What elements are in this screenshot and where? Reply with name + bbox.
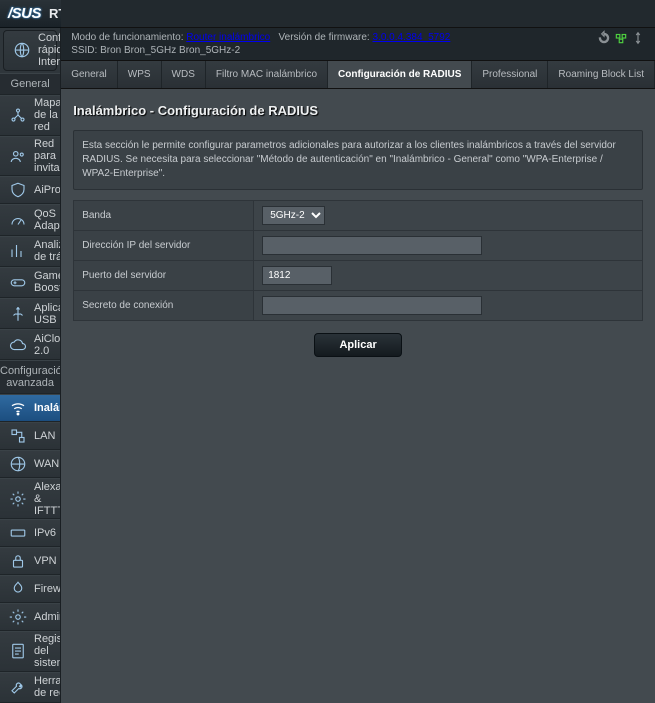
sidebar-item-label: Analizador de tráfico: [34, 239, 61, 263]
sidebar-item-administration[interactable]: Administración: [0, 603, 60, 631]
globe-icon: [12, 40, 32, 60]
page-description: Esta sección le permite configurar param…: [73, 130, 643, 190]
sidebar-item-label: AiProtection: [34, 184, 61, 196]
server-ip-input[interactable]: [262, 236, 482, 255]
ipv6-icon: [8, 523, 28, 543]
tools-icon: [8, 677, 28, 697]
secret-input[interactable]: [262, 296, 482, 315]
sidebar-item-label: Firewall: [34, 583, 61, 595]
server-port-input[interactable]: [262, 266, 332, 285]
sidebar: Configuración rápida de Internet General…: [0, 28, 61, 703]
sidebar-item-label: AiCloud 2.0: [34, 333, 61, 357]
sidebar-item-aicloud[interactable]: AiCloud 2.0: [0, 329, 60, 360]
sidebar-item-label: Mapa de la red: [34, 97, 61, 133]
ssid-value-2: Bron_5GHz: [124, 45, 176, 56]
wifi-icon: [8, 398, 28, 418]
page-title-part-b: Configuración de RADIUS: [158, 103, 318, 118]
quick-internet-setup[interactable]: Configuración rápida de Internet: [3, 30, 57, 71]
tab-roaming-block[interactable]: Roaming Block List: [548, 61, 655, 88]
sidebar-item-wan[interactable]: WAN: [0, 450, 60, 478]
usb-icon: [8, 304, 28, 324]
sidebar-item-label: IPv6: [34, 527, 56, 539]
page-title: Inalámbrico - Configuración de RADIUS: [73, 103, 643, 118]
info-bar: [61, 0, 655, 28]
sidebar-item-label: Alexa & IFTTT: [34, 481, 61, 517]
guest-icon: [8, 146, 28, 166]
sidebar-item-wireless[interactable]: Inalámbrico: [0, 394, 60, 422]
info-bar: Modo de funcionamiento: Router inalámbri…: [61, 28, 655, 61]
sidebar-item-label: Game Boost: [34, 270, 61, 294]
lock-icon: [8, 551, 28, 571]
apply-button[interactable]: Aplicar: [314, 333, 401, 357]
tab-professional[interactable]: Professional: [472, 61, 548, 88]
secret-label: Secreto de conexión: [74, 291, 254, 321]
sidebar-item-game-boost[interactable]: Game Boost: [0, 267, 60, 298]
gamepad-icon: [8, 272, 28, 292]
sidebar-item-label: VPN: [34, 555, 57, 567]
band-select[interactable]: 2.4GHz5GHz-15GHz-2: [262, 206, 325, 225]
sidebar-item-lan[interactable]: LAN: [0, 422, 60, 450]
sidebar-item-label: Configuración rápida de Internet: [38, 32, 61, 68]
tab-mac-filter[interactable]: Filtro MAC inalámbrico: [206, 61, 328, 88]
sidebar-item-label: LAN: [34, 430, 55, 442]
mode-value-link[interactable]: Router inalámbrico: [186, 32, 270, 43]
globe-icon: [8, 454, 28, 474]
fw-label: Versión de firmware:: [279, 32, 370, 43]
reboot-icon[interactable]: [597, 31, 611, 45]
ssid-label: SSID:: [71, 45, 97, 56]
sidebar-item-firewall[interactable]: Firewall: [0, 575, 60, 603]
voice-icon: [8, 489, 28, 509]
sidebar-item-traffic-analyzer[interactable]: Analizador de tráfico: [0, 236, 60, 267]
sidebar-item-label: WAN: [34, 458, 59, 470]
log-icon: [8, 641, 28, 661]
chart-icon: [8, 241, 28, 261]
sidebar-item-network-map[interactable]: Mapa de la red: [0, 95, 60, 136]
page-title-part-a: Inalámbrico: [73, 103, 146, 118]
sidebar-item-vpn[interactable]: VPN: [0, 547, 60, 575]
ssid-value-1: Bron: [100, 45, 121, 56]
usb-status-icon[interactable]: [631, 31, 645, 45]
mode-label: Modo de funcionamiento:: [71, 32, 183, 43]
tab-bar: General WPS WDS Filtro MAC inalámbrico C…: [61, 61, 655, 89]
sidebar-item-usb-app[interactable]: Aplicación USB: [0, 298, 60, 329]
aimesh-icon[interactable]: [614, 31, 628, 45]
sidebar-item-ipv6[interactable]: IPv6: [0, 519, 60, 547]
sidebar-item-label: Aplicación USB: [34, 302, 61, 326]
server-ip-label: Dirección IP del servidor: [74, 231, 254, 261]
server-port-label: Puerto del servidor: [74, 261, 254, 291]
cloud-icon: [8, 335, 28, 355]
main-panel: Modo de funcionamiento: Router inalámbri…: [61, 28, 655, 703]
band-label: Banda: [74, 201, 254, 231]
sidebar-item-alexa-ifttt[interactable]: Alexa & IFTTT: [0, 478, 60, 519]
sidebar-item-qos[interactable]: QoS Adaptativa: [0, 204, 60, 235]
sidebar-item-network-tools[interactable]: Herramientas de red: [0, 672, 60, 703]
sidebar-section-general: General: [0, 73, 60, 95]
radius-form: Banda 2.4GHz5GHz-15GHz-2 Dirección IP de…: [73, 200, 643, 321]
sidebar-item-label: Herramientas de red: [34, 675, 61, 699]
sidebar-item-system-log[interactable]: Registro del sistema: [0, 631, 60, 672]
fw-value-link[interactable]: 3.0.0.4.384_5792: [372, 32, 450, 43]
firewall-icon: [8, 579, 28, 599]
gear-icon: [8, 607, 28, 627]
network-icon: [8, 105, 28, 125]
tab-general[interactable]: General: [61, 61, 118, 88]
tab-wps[interactable]: WPS: [118, 61, 162, 88]
brand-logo: /SUS: [8, 5, 41, 22]
sidebar-item-label: QoS Adaptativa: [34, 208, 61, 232]
tab-radius[interactable]: Configuración de RADIUS: [328, 61, 472, 88]
tab-wds[interactable]: WDS: [162, 61, 206, 88]
ssid-value-3: Bron_5GHz-2: [179, 45, 240, 56]
shield-icon: [8, 180, 28, 200]
sidebar-item-guest-network[interactable]: Red para invitados: [0, 136, 60, 177]
sidebar-section-advanced: Configuración avanzada: [0, 360, 60, 394]
sidebar-item-aiprotection[interactable]: AiProtection: [0, 176, 60, 204]
lan-icon: [8, 426, 28, 446]
gauge-icon: [8, 210, 28, 230]
sidebar-item-label: Registro del sistema: [34, 633, 61, 669]
sidebar-item-label: Inalámbrico: [34, 402, 61, 414]
sidebar-item-label: Administración: [34, 611, 61, 623]
sidebar-item-label: Red para invitados: [34, 138, 61, 174]
page-title-sep: -: [146, 103, 158, 118]
